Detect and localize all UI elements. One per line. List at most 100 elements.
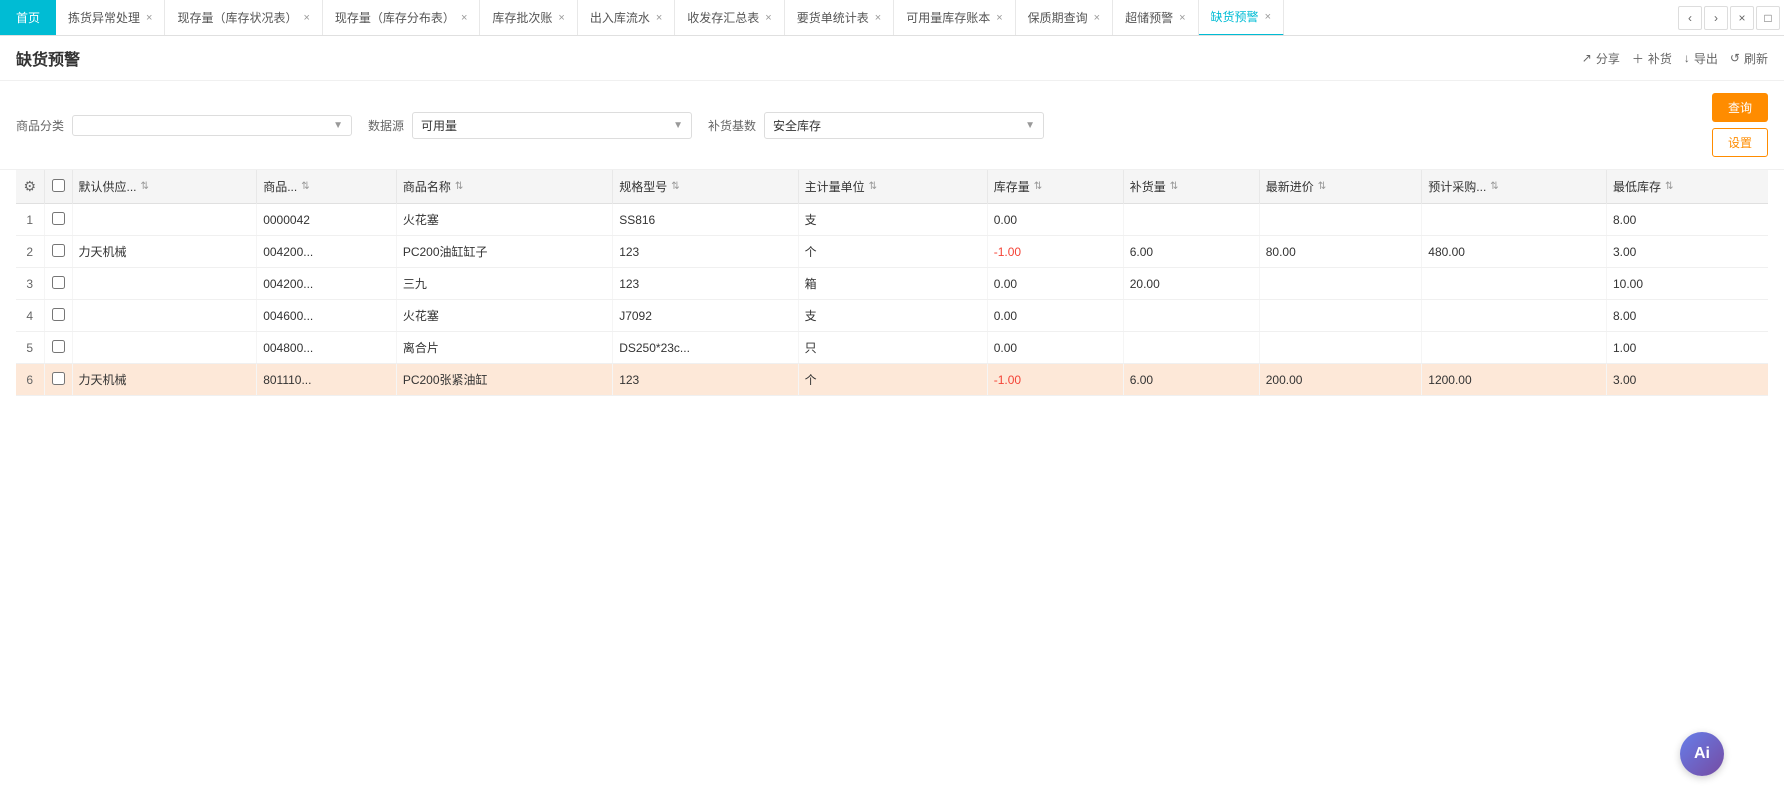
tab-close-icon[interactable]: × — [1265, 11, 1271, 23]
tab-inout-flow[interactable]: 出入库流水 × — [578, 0, 675, 36]
row-checkbox-cell[interactable] — [44, 300, 72, 332]
row-checkbox[interactable] — [52, 212, 65, 225]
row-checkbox-cell[interactable] — [44, 332, 72, 364]
th-supplier[interactable]: 默认供应...⇅ — [72, 170, 257, 204]
th-spec[interactable]: 规格型号⇅ — [613, 170, 798, 204]
tab-close-icon[interactable]: × — [656, 12, 662, 24]
tab-overstock-warning[interactable]: 超储预警 × — [1113, 0, 1198, 36]
tab-close-icon[interactable]: × — [765, 12, 771, 24]
row-checkbox-cell[interactable] — [44, 236, 72, 268]
page-content: 缺货预警 ↗ 分享 ＋ 补货 ↓ 导出 ↺ 刷新 商品分类 — [0, 36, 1784, 796]
tab-shortage-warning[interactable]: 缺货预警 × — [1199, 0, 1284, 36]
row-checkbox[interactable] — [52, 244, 65, 257]
row-checkbox[interactable] — [52, 340, 65, 353]
category-label: 商品分类 — [16, 117, 64, 134]
tab-close-all-btn[interactable]: × — [1730, 6, 1754, 30]
min-stock-cell: 3.00 — [1606, 236, 1768, 268]
product-name-cell: 三九 — [396, 268, 612, 300]
th-unit-label: 主计量单位 — [805, 178, 865, 195]
replenish-base-select[interactable]: 安全库存 ▼ — [764, 112, 1044, 139]
tab-label: 要货单统计表 — [797, 9, 869, 26]
tab-next-btn[interactable]: › — [1704, 6, 1728, 30]
tab-label: 保质期查询 — [1028, 9, 1088, 26]
th-product-name[interactable]: 商品名称⇅ — [396, 170, 612, 204]
ai-badge[interactable]: Ai — [1680, 732, 1724, 776]
tab-batch-account[interactable]: 库存批次账 × — [480, 0, 577, 36]
sort-icon: ⇅ — [671, 181, 679, 192]
th-settings[interactable]: ⚙ — [16, 170, 44, 204]
tab-close-icon[interactable]: × — [1094, 12, 1100, 24]
th-product-code-label: 商品... — [263, 178, 297, 195]
th-supplier-label: 默认供应... — [79, 178, 137, 195]
th-latest-price[interactable]: 最新进价⇅ — [1259, 170, 1422, 204]
th-product-code[interactable]: 商品...⇅ — [257, 170, 397, 204]
tab-close-icon[interactable]: × — [303, 12, 309, 24]
tab-inventory-dist[interactable]: 现存量（库存分布表） × — [323, 0, 480, 36]
row-checkbox-cell[interactable] — [44, 204, 72, 236]
tab-available-ledger[interactable]: 可用量库存账本 × — [894, 0, 1015, 36]
replenish-button[interactable]: ＋ 补货 — [1632, 50, 1672, 67]
tab-close-icon[interactable]: × — [461, 12, 467, 24]
tab-maximize-btn[interactable]: □ — [1756, 6, 1780, 30]
query-button[interactable]: 查询 — [1712, 93, 1768, 122]
ai-badge-label: Ai — [1694, 745, 1710, 763]
tab-close-icon[interactable]: × — [146, 12, 152, 24]
th-checkbox[interactable] — [44, 170, 72, 204]
tab-close-icon[interactable]: × — [996, 12, 1002, 24]
supplier-cell — [72, 332, 257, 364]
row-checkbox[interactable] — [52, 276, 65, 289]
th-replenish[interactable]: 补货量⇅ — [1123, 170, 1259, 204]
row-checkbox[interactable] — [52, 372, 65, 385]
select-all-checkbox[interactable] — [52, 179, 65, 192]
tab-prev-btn[interactable]: ‹ — [1678, 6, 1702, 30]
table-row: 3 004200... 三九 123 箱 0.00 20.00 10.00 — [16, 268, 1768, 300]
product-code-cell: 004200... — [257, 236, 397, 268]
th-unit[interactable]: 主计量单位⇅ — [798, 170, 987, 204]
tab-receive-summary[interactable]: 收发存汇总表 × — [675, 0, 784, 36]
tab-demand-stats[interactable]: 要货单统计表 × — [785, 0, 894, 36]
tab-home[interactable]: 首页 — [0, 0, 56, 36]
row-checkbox-cell[interactable] — [44, 268, 72, 300]
th-est-purchase[interactable]: 预计采购...⇅ — [1422, 170, 1607, 204]
th-min-stock[interactable]: 最低库存⇅ — [1606, 170, 1768, 204]
tab-inventory-status[interactable]: 现存量（库存状况表） × — [165, 0, 322, 36]
sort-icon: ⇅ — [1034, 181, 1042, 192]
stock-cell: 0.00 — [987, 300, 1123, 332]
tab-close-icon[interactable]: × — [875, 12, 881, 24]
export-icon: ↓ — [1684, 51, 1690, 65]
supplier-cell — [72, 204, 257, 236]
export-label: 导出 — [1694, 50, 1718, 67]
category-select[interactable]: ▼ — [72, 115, 352, 136]
table-row: 2 力天机械 004200... PC200油缸缸子 123 个 -1.00 6… — [16, 236, 1768, 268]
tab-expiry-query[interactable]: 保质期查询 × — [1016, 0, 1113, 36]
product-name-cell: 离合片 — [396, 332, 612, 364]
th-stock[interactable]: 库存量⇅ — [987, 170, 1123, 204]
tab-label: 出入库流水 — [590, 9, 650, 26]
share-button[interactable]: ↗ 分享 — [1582, 50, 1620, 67]
settings-button[interactable]: 设置 — [1712, 128, 1768, 157]
tab-label: 缺货预警 — [1211, 8, 1259, 25]
sort-icon: ⇅ — [1665, 181, 1673, 192]
tab-close-icon[interactable]: × — [558, 12, 564, 24]
row-checkbox-cell[interactable] — [44, 364, 72, 396]
latest-price-cell: 200.00 — [1259, 364, 1422, 396]
spec-cell: 123 — [613, 364, 798, 396]
datasource-filter-group: 数据源 可用量 ▼ — [368, 112, 692, 139]
unit-cell: 支 — [798, 204, 987, 236]
datasource-label: 数据源 — [368, 117, 404, 134]
tab-stock-exception[interactable]: 拣货异常处理 × — [56, 0, 165, 36]
stock-cell: -1.00 — [987, 364, 1123, 396]
export-button[interactable]: ↓ 导出 — [1684, 50, 1718, 67]
row-num-cell: 2 — [16, 236, 44, 268]
category-filter-group: 商品分类 ▼ — [16, 115, 352, 136]
unit-cell: 只 — [798, 332, 987, 364]
th-product-name-label: 商品名称 — [403, 178, 451, 195]
table-row: 4 004600... 火花塞 J7092 支 0.00 8.00 — [16, 300, 1768, 332]
tab-label: 拣货异常处理 — [68, 9, 140, 26]
refresh-button[interactable]: ↺ 刷新 — [1730, 50, 1768, 67]
row-checkbox[interactable] — [52, 308, 65, 321]
refresh-icon: ↺ — [1730, 51, 1740, 65]
datasource-select[interactable]: 可用量 ▼ — [412, 112, 692, 139]
tab-close-icon[interactable]: × — [1179, 12, 1185, 24]
product-code-cell: 004200... — [257, 268, 397, 300]
